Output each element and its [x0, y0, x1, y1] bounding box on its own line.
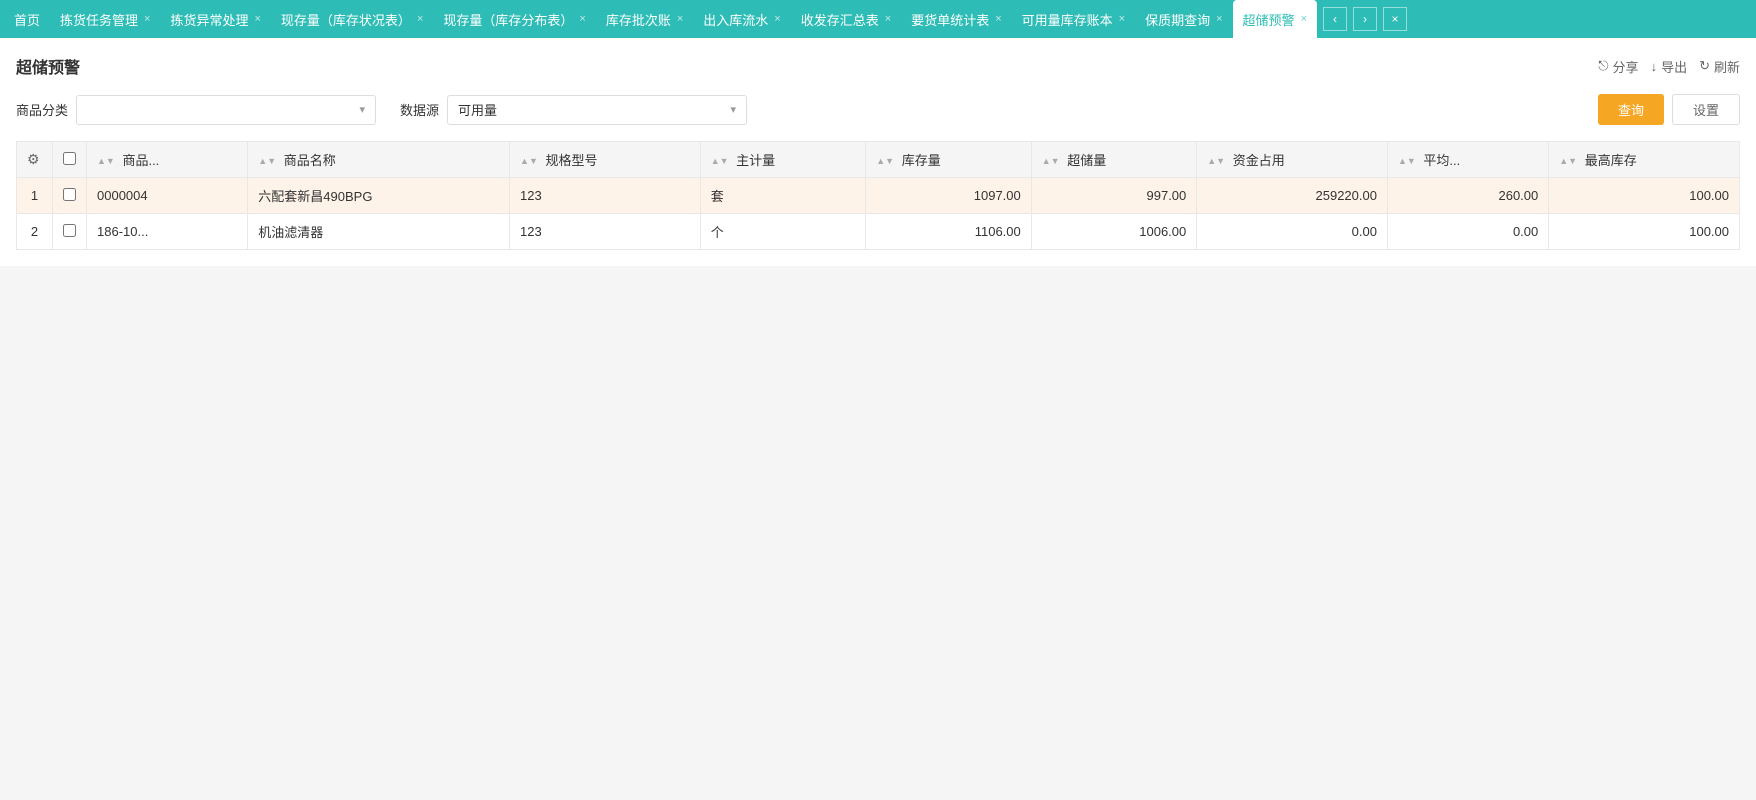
close-batch[interactable]: × — [677, 13, 683, 25]
close-flow[interactable]: × — [774, 13, 780, 25]
query-button[interactable]: 查询 — [1598, 94, 1664, 125]
table-row: 2 186-10... 机油滤清器 123 个 1106.00 1006.00 … — [17, 214, 1740, 250]
sort-stock-icon: ▲▼ — [876, 157, 894, 166]
nav-exception[interactable]: 拣货异常处理 × — [160, 0, 270, 38]
close-stock-dist[interactable]: × — [579, 13, 585, 25]
nav-prev-btn[interactable]: ‹ — [1323, 7, 1347, 31]
row-checkbox-0[interactable] — [63, 188, 76, 201]
select-all-checkbox[interactable] — [63, 152, 76, 165]
datasource-label: 数据源 — [400, 100, 439, 119]
row-num: 1 — [17, 178, 53, 214]
sort-spec-icon: ▲▼ — [520, 157, 538, 166]
row-max-stock: 100.00 — [1549, 214, 1740, 250]
nav-overstock[interactable]: 超储预警 × — [1233, 0, 1317, 38]
nav-order-stats[interactable]: 要货单统计表 × — [901, 0, 1011, 38]
nav-home[interactable]: 首页 — [4, 0, 50, 38]
sort-max-stock-icon: ▲▼ — [1559, 157, 1577, 166]
row-capital: 259220.00 — [1197, 178, 1388, 214]
sort-unit-icon: ▲▼ — [711, 157, 729, 166]
share-btn[interactable]: ⎋ 分享 — [1598, 57, 1638, 76]
nav-stock-status[interactable]: 现存量（库存状况表） × — [271, 0, 433, 38]
action-buttons: 查询 设置 — [1598, 94, 1740, 125]
row-unit: 个 — [700, 214, 866, 250]
row-checkbox-cell — [53, 214, 87, 250]
th-capital[interactable]: ▲▼ 资金占用 — [1197, 142, 1388, 178]
sort-avg-icon: ▲▼ — [1398, 157, 1416, 166]
sort-product-code-icon: ▲▼ — [97, 157, 115, 166]
datasource-select[interactable]: 可用量 ▾ — [447, 95, 747, 125]
th-product-code[interactable]: ▲▼ 商品... — [87, 142, 248, 178]
nav-task-mgmt[interactable]: 拣货任务管理 × — [50, 0, 160, 38]
nav-flow[interactable]: 出入库流水 × — [693, 0, 790, 38]
refresh-icon: ↻ — [1699, 58, 1710, 74]
sort-overstock-icon: ▲▼ — [1042, 157, 1060, 166]
row-unit: 套 — [700, 178, 866, 214]
close-task-mgmt[interactable]: × — [144, 13, 150, 25]
table-row: 1 0000004 六配套新昌490BPG 123 套 1097.00 997.… — [17, 178, 1740, 214]
th-max-stock[interactable]: ▲▼ 最高库存 — [1549, 142, 1740, 178]
datasource-filter: 数据源 可用量 ▾ — [400, 95, 747, 125]
nav-summary[interactable]: 收发存汇总表 × — [791, 0, 901, 38]
nav-more-btn[interactable]: × — [1383, 7, 1407, 31]
sort-capital-icon: ▲▼ — [1207, 157, 1225, 166]
category-label: 商品分类 — [16, 100, 68, 119]
close-summary[interactable]: × — [885, 13, 891, 25]
row-product-code: 0000004 — [87, 178, 248, 214]
th-avg[interactable]: ▲▼ 平均... — [1387, 142, 1548, 178]
row-spec: 123 — [510, 214, 701, 250]
category-filter: 商品分类 ▾ — [16, 95, 376, 125]
category-select[interactable]: ▾ — [76, 95, 376, 125]
page-title-bar: 超储预警 ⎋ 分享 ↓ 导出 ↻ 刷新 — [16, 54, 1740, 78]
th-stock[interactable]: ▲▼ 库存量 — [866, 142, 1032, 178]
sort-product-name-icon: ▲▼ — [258, 157, 276, 166]
filter-row: 商品分类 ▾ 数据源 可用量 ▾ 查询 设置 — [16, 94, 1740, 125]
row-checkbox-cell — [53, 178, 87, 214]
th-overstock[interactable]: ▲▼ 超储量 — [1031, 142, 1197, 178]
export-icon: ↓ — [1651, 59, 1658, 74]
close-stock-status[interactable]: × — [417, 13, 423, 25]
row-avg: 260.00 — [1387, 178, 1548, 214]
nav-stock-dist[interactable]: 现存量（库存分布表） × — [433, 0, 595, 38]
close-order-stats[interactable]: × — [995, 13, 1001, 25]
th-gear: ⚙ — [17, 142, 53, 178]
refresh-btn[interactable]: ↻ 刷新 — [1699, 57, 1740, 76]
datasource-arrow-icon: ▾ — [731, 103, 737, 116]
th-checkbox — [53, 142, 87, 178]
data-table: ⚙ ▲▼ 商品... ▲▼ 商品名称 ▲▼ 规格型号 ▲▼ — [16, 141, 1740, 250]
row-spec: 123 — [510, 178, 701, 214]
row-capital: 0.00 — [1197, 214, 1388, 250]
gear-icon[interactable]: ⚙ — [27, 151, 40, 168]
nav-next-btn[interactable]: › — [1353, 7, 1377, 31]
th-spec[interactable]: ▲▼ 规格型号 — [510, 142, 701, 178]
close-available[interactable]: × — [1119, 13, 1125, 25]
row-product-name: 机油滤清器 — [248, 214, 510, 250]
title-actions: ⎋ 分享 ↓ 导出 ↻ 刷新 — [1598, 57, 1740, 76]
datasource-value: 可用量 — [458, 100, 497, 119]
row-overstock: 1006.00 — [1031, 214, 1197, 250]
row-product-code: 186-10... — [87, 214, 248, 250]
close-expiry[interactable]: × — [1216, 13, 1222, 25]
close-overstock[interactable]: × — [1301, 13, 1307, 25]
row-num: 2 — [17, 214, 53, 250]
share-icon: ⎋ — [1598, 58, 1608, 74]
row-product-name: 六配套新昌490BPG — [248, 178, 510, 214]
row-overstock: 997.00 — [1031, 178, 1197, 214]
row-checkbox-1[interactable] — [63, 224, 76, 237]
th-unit[interactable]: ▲▼ 主计量 — [700, 142, 866, 178]
category-arrow-icon: ▾ — [359, 103, 365, 116]
settings-button[interactable]: 设置 — [1672, 94, 1740, 125]
page-content: 超储预警 ⎋ 分享 ↓ 导出 ↻ 刷新 商品分类 ▾ 数据源 — [0, 38, 1756, 266]
nav-available[interactable]: 可用量库存账本 × — [1012, 0, 1135, 38]
th-product-name[interactable]: ▲▼ 商品名称 — [248, 142, 510, 178]
nav-expiry[interactable]: 保质期查询 × — [1135, 0, 1232, 38]
row-avg: 0.00 — [1387, 214, 1548, 250]
row-max-stock: 100.00 — [1549, 178, 1740, 214]
page-title: 超储预警 — [16, 54, 80, 78]
export-btn[interactable]: ↓ 导出 — [1651, 57, 1688, 76]
row-stock: 1106.00 — [866, 214, 1032, 250]
nav-batch[interactable]: 库存批次账 × — [596, 0, 693, 38]
row-stock: 1097.00 — [866, 178, 1032, 214]
close-exception[interactable]: × — [254, 13, 260, 25]
topbar: 首页 拣货任务管理 × 拣货异常处理 × 现存量（库存状况表） × 现存量（库存… — [0, 0, 1756, 38]
